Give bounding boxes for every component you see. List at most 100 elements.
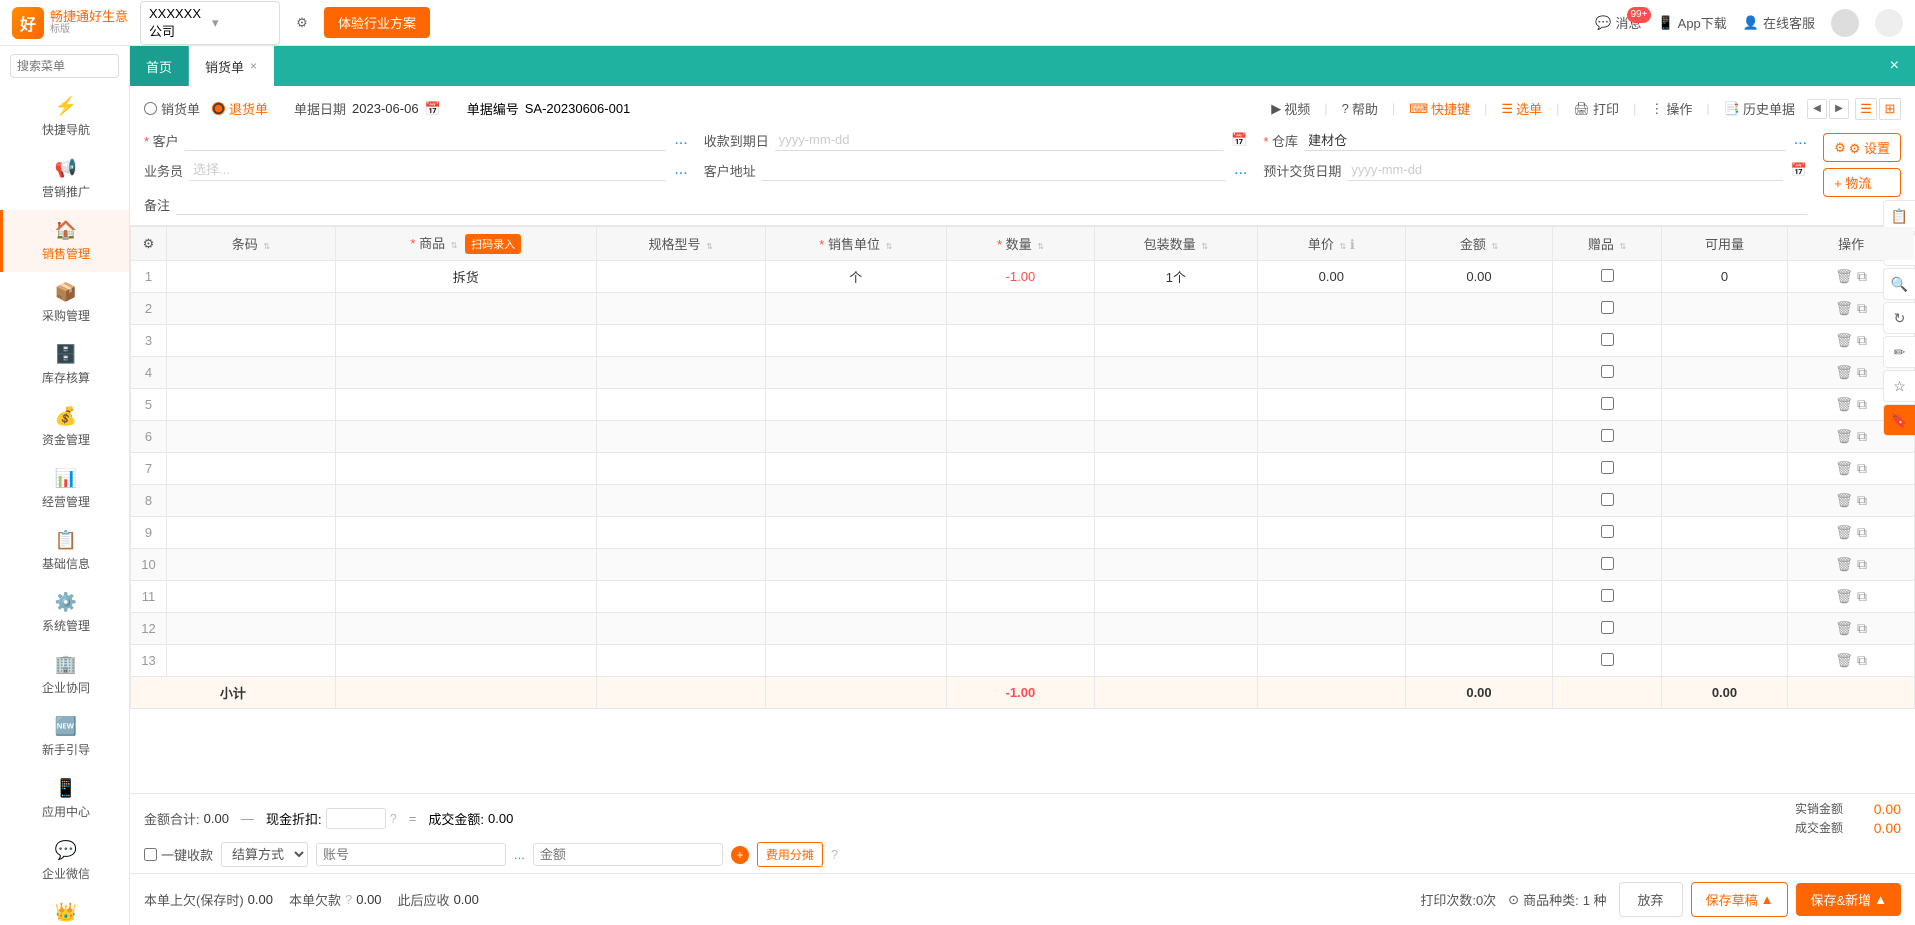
row-gift[interactable] — [1553, 325, 1661, 357]
row-pkg-qty[interactable] — [1094, 485, 1257, 517]
row-copy-icon[interactable]: ⧉ — [1857, 588, 1867, 605]
sort-gift[interactable]: ⇅ — [1619, 242, 1626, 251]
row-barcode[interactable] — [167, 421, 336, 453]
row-copy-icon[interactable]: ⧉ — [1857, 396, 1867, 413]
row-delete-icon[interactable]: 🗑 — [1835, 332, 1853, 349]
customer-dots[interactable]: ... — [674, 131, 687, 149]
row-price[interactable] — [1257, 485, 1405, 517]
row-barcode[interactable] — [167, 261, 336, 293]
rqa-star[interactable]: ☆ — [1883, 370, 1915, 402]
row-copy-icon[interactable]: ⧉ — [1857, 300, 1867, 317]
row-spec[interactable] — [596, 517, 765, 549]
row-barcode[interactable] — [167, 581, 336, 613]
company-settings-icon[interactable]: ⚙ — [288, 9, 316, 37]
sidebar-search-input[interactable] — [10, 54, 119, 78]
row-qty[interactable] — [947, 421, 1095, 453]
sidebar-item-purchase[interactable]: 📦 采购管理 — [0, 272, 129, 334]
rqa-orange[interactable]: 🔖 — [1883, 404, 1915, 436]
sort-spec[interactable]: ⇅ — [706, 242, 713, 251]
row-unit[interactable] — [765, 453, 947, 485]
save-draft-button[interactable]: 保存草稿 ▲ — [1691, 882, 1789, 917]
row-delete-icon[interactable]: 🗑 — [1835, 396, 1853, 413]
row-spec[interactable] — [596, 421, 765, 453]
tab-close-icon[interactable]: × — [250, 59, 257, 73]
logistics-button[interactable]: + 物流 — [1823, 168, 1901, 197]
sort-barcode[interactable]: ⇅ — [263, 242, 270, 251]
row-spec[interactable] — [596, 645, 765, 677]
row-delete-icon[interactable]: 🗑 — [1835, 492, 1853, 509]
scan-button[interactable]: 扫码录入 — [465, 234, 521, 254]
row-qty[interactable] — [947, 357, 1095, 389]
receipt-calendar-icon[interactable]: 📅 — [1231, 132, 1247, 148]
row-gift[interactable] — [1553, 357, 1661, 389]
row-price[interactable] — [1257, 325, 1405, 357]
row-unit[interactable]: 个 — [765, 261, 947, 293]
row-delete-icon[interactable]: 🗑 — [1835, 364, 1853, 381]
row-price[interactable] — [1257, 613, 1405, 645]
sort-amount[interactable]: ⇅ — [1491, 242, 1498, 251]
row-barcode[interactable] — [167, 613, 336, 645]
row-product[interactable] — [335, 549, 596, 581]
sidebar-item-member[interactable]: 👑 畅会员 — [0, 892, 129, 925]
view-grid-btn[interactable]: ⊞ — [1879, 98, 1901, 120]
row-amount[interactable] — [1405, 325, 1553, 357]
row-unit[interactable] — [765, 389, 947, 421]
sort-qty[interactable]: ⇅ — [1037, 242, 1044, 251]
row-price[interactable] — [1257, 453, 1405, 485]
row-barcode[interactable] — [167, 517, 336, 549]
row-barcode[interactable] — [167, 645, 336, 677]
row-unit[interactable] — [765, 421, 947, 453]
account-dots[interactable]: ... — [514, 847, 525, 862]
row-qty[interactable] — [947, 389, 1095, 421]
tab-bar-close-btn[interactable]: × — [1882, 57, 1907, 75]
add-payment-btn[interactable]: + — [731, 846, 749, 864]
row-delete-icon[interactable]: 🗑 — [1835, 524, 1853, 541]
row-amount[interactable] — [1405, 485, 1553, 517]
row-barcode[interactable] — [167, 325, 336, 357]
row-price[interactable] — [1257, 549, 1405, 581]
row-amount[interactable] — [1405, 357, 1553, 389]
row-gift[interactable] — [1553, 421, 1661, 453]
row-spec[interactable] — [596, 325, 765, 357]
fee-split-button[interactable]: 费用分摊 — [757, 842, 823, 867]
row-gift[interactable] — [1553, 613, 1661, 645]
row-price[interactable] — [1257, 421, 1405, 453]
row-unit[interactable] — [765, 645, 947, 677]
row-spec[interactable] — [596, 581, 765, 613]
row-gift[interactable] — [1553, 581, 1661, 613]
payment-help-icon[interactable]: ? — [831, 847, 838, 862]
select-btn[interactable]: ☰ 选单 — [1495, 96, 1548, 121]
app-download-button[interactable]: 📱 App下载 — [1657, 13, 1726, 32]
one-click-checkbox[interactable] — [144, 848, 157, 861]
row-copy-icon[interactable]: ⧉ — [1857, 524, 1867, 541]
sidebar-item-wechat[interactable]: 💬 企业微信 — [0, 830, 129, 892]
row-price[interactable] — [1257, 389, 1405, 421]
row-price[interactable] — [1257, 293, 1405, 325]
row-spec[interactable] — [596, 453, 765, 485]
sort-product[interactable]: ⇅ — [451, 241, 458, 250]
row-amount[interactable] — [1405, 549, 1553, 581]
row-amount[interactable] — [1405, 517, 1553, 549]
row-amount[interactable] — [1405, 613, 1553, 645]
row-spec[interactable] — [596, 293, 765, 325]
cash-discount-input[interactable] — [326, 808, 386, 829]
price-info-icon[interactable]: ℹ — [1350, 237, 1355, 252]
row-pkg-qty[interactable] — [1094, 389, 1257, 421]
doc-shortage-help[interactable]: ? — [345, 892, 352, 907]
sort-pkg[interactable]: ⇅ — [1201, 242, 1208, 251]
row-gift[interactable] — [1553, 389, 1661, 421]
row-product[interactable] — [335, 645, 596, 677]
row-gift[interactable] — [1553, 517, 1661, 549]
warehouse-input[interactable] — [1304, 129, 1786, 151]
row-price[interactable]: 0.00 — [1257, 261, 1405, 293]
sidebar-item-apps[interactable]: 📱 应用中心 — [0, 768, 129, 830]
row-qty[interactable] — [947, 645, 1095, 677]
row-qty[interactable] — [947, 613, 1095, 645]
row-qty[interactable] — [947, 485, 1095, 517]
row-qty[interactable] — [947, 325, 1095, 357]
row-delete-icon[interactable]: 🗑 — [1835, 556, 1853, 573]
row-unit[interactable] — [765, 485, 947, 517]
save-new-button[interactable]: 保存&新增 ▲ — [1796, 883, 1901, 916]
row-amount[interactable] — [1405, 293, 1553, 325]
row-price[interactable] — [1257, 645, 1405, 677]
